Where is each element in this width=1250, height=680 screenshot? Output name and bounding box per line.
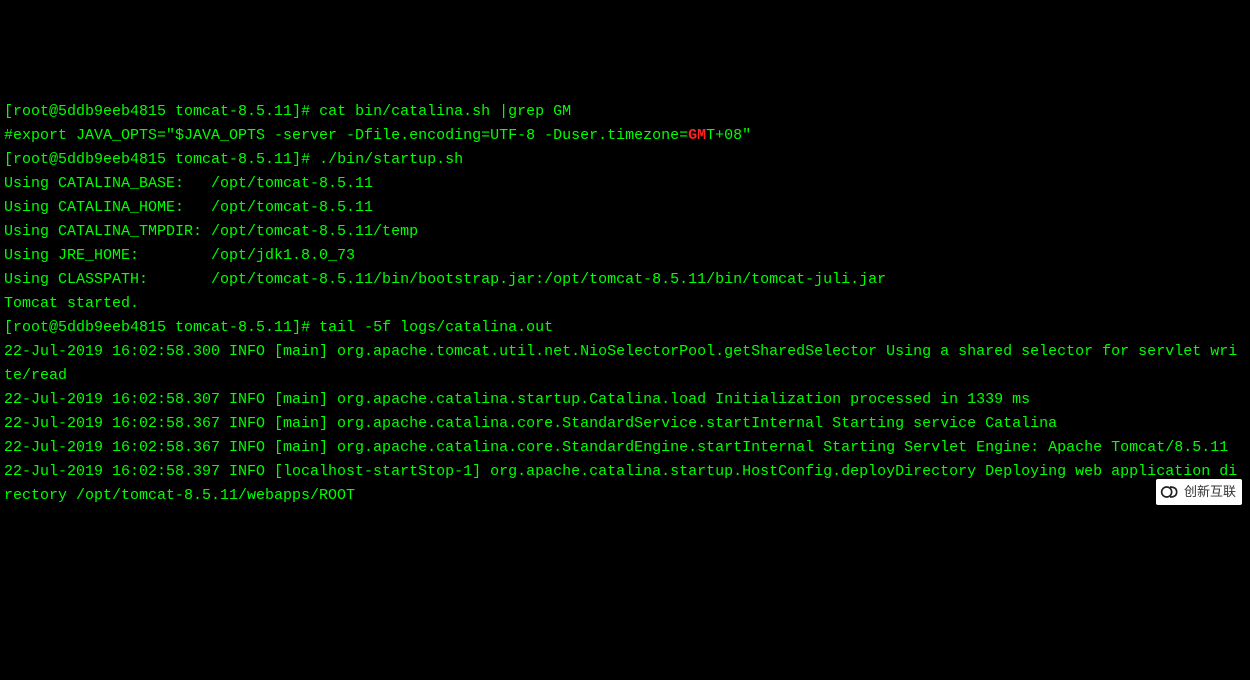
- export-comment-part1: #export JAVA_OPTS="$JAVA_OPTS -server -D…: [4, 127, 688, 144]
- prompt-line-2: [root@5ddb9eeb4815 tomcat-8.5.11]# ./bin…: [4, 148, 1246, 172]
- startup-output: Using CATALINA_BASE: /opt/tomcat-8.5.11: [4, 172, 1246, 196]
- grep-match-highlight: GM: [688, 127, 706, 144]
- startup-output: Using CATALINA_TMPDIR: /opt/tomcat-8.5.1…: [4, 220, 1246, 244]
- bracket-close: ]#: [292, 151, 319, 168]
- prompt-user-host: root@5ddb9eeb4815 tomcat-8.5.11: [13, 151, 292, 168]
- grep-output-line: #export JAVA_OPTS="$JAVA_OPTS -server -D…: [4, 124, 1246, 148]
- terminal-window[interactable]: [root@5ddb9eeb4815 tomcat-8.5.11]# cat b…: [0, 96, 1250, 512]
- log-output: 22-Jul-2019 16:02:58.367 INFO [main] org…: [4, 412, 1246, 436]
- watermark-logo-icon: [1160, 482, 1180, 502]
- prompt-line-1: [root@5ddb9eeb4815 tomcat-8.5.11]# cat b…: [4, 100, 1246, 124]
- startup-output: Using CATALINA_HOME: /opt/tomcat-8.5.11: [4, 196, 1246, 220]
- startup-output: Using CLASSPATH: /opt/tomcat-8.5.11/bin/…: [4, 268, 1246, 292]
- command-tail: tail -5f logs/catalina.out: [319, 319, 553, 336]
- log-output: 22-Jul-2019 16:02:58.307 INFO [main] org…: [4, 388, 1246, 412]
- bracket-open: [: [4, 151, 13, 168]
- watermark-badge: 创新互联: [1156, 479, 1242, 505]
- prompt-line-3: [root@5ddb9eeb4815 tomcat-8.5.11]# tail …: [4, 316, 1246, 340]
- log-output: 22-Jul-2019 16:02:58.397 INFO [localhost…: [4, 460, 1246, 508]
- startup-output: Tomcat started.: [4, 292, 1246, 316]
- prompt-user-host: root@5ddb9eeb4815 tomcat-8.5.11: [13, 103, 292, 120]
- command-startup: ./bin/startup.sh: [319, 151, 463, 168]
- watermark-text: 创新互联: [1184, 485, 1236, 499]
- bracket-close: ]#: [292, 103, 319, 120]
- log-output: 22-Jul-2019 16:02:58.367 INFO [main] org…: [4, 436, 1246, 460]
- startup-output: Using JRE_HOME: /opt/jdk1.8.0_73: [4, 244, 1246, 268]
- bracket-open: [: [4, 103, 13, 120]
- command-cat-grep: cat bin/catalina.sh |grep GM: [319, 103, 571, 120]
- export-comment-part2: T+08": [706, 127, 751, 144]
- bracket-close: ]#: [292, 319, 319, 336]
- prompt-user-host: root@5ddb9eeb4815 tomcat-8.5.11: [13, 319, 292, 336]
- bracket-open: [: [4, 319, 13, 336]
- log-output: 22-Jul-2019 16:02:58.300 INFO [main] org…: [4, 340, 1246, 388]
